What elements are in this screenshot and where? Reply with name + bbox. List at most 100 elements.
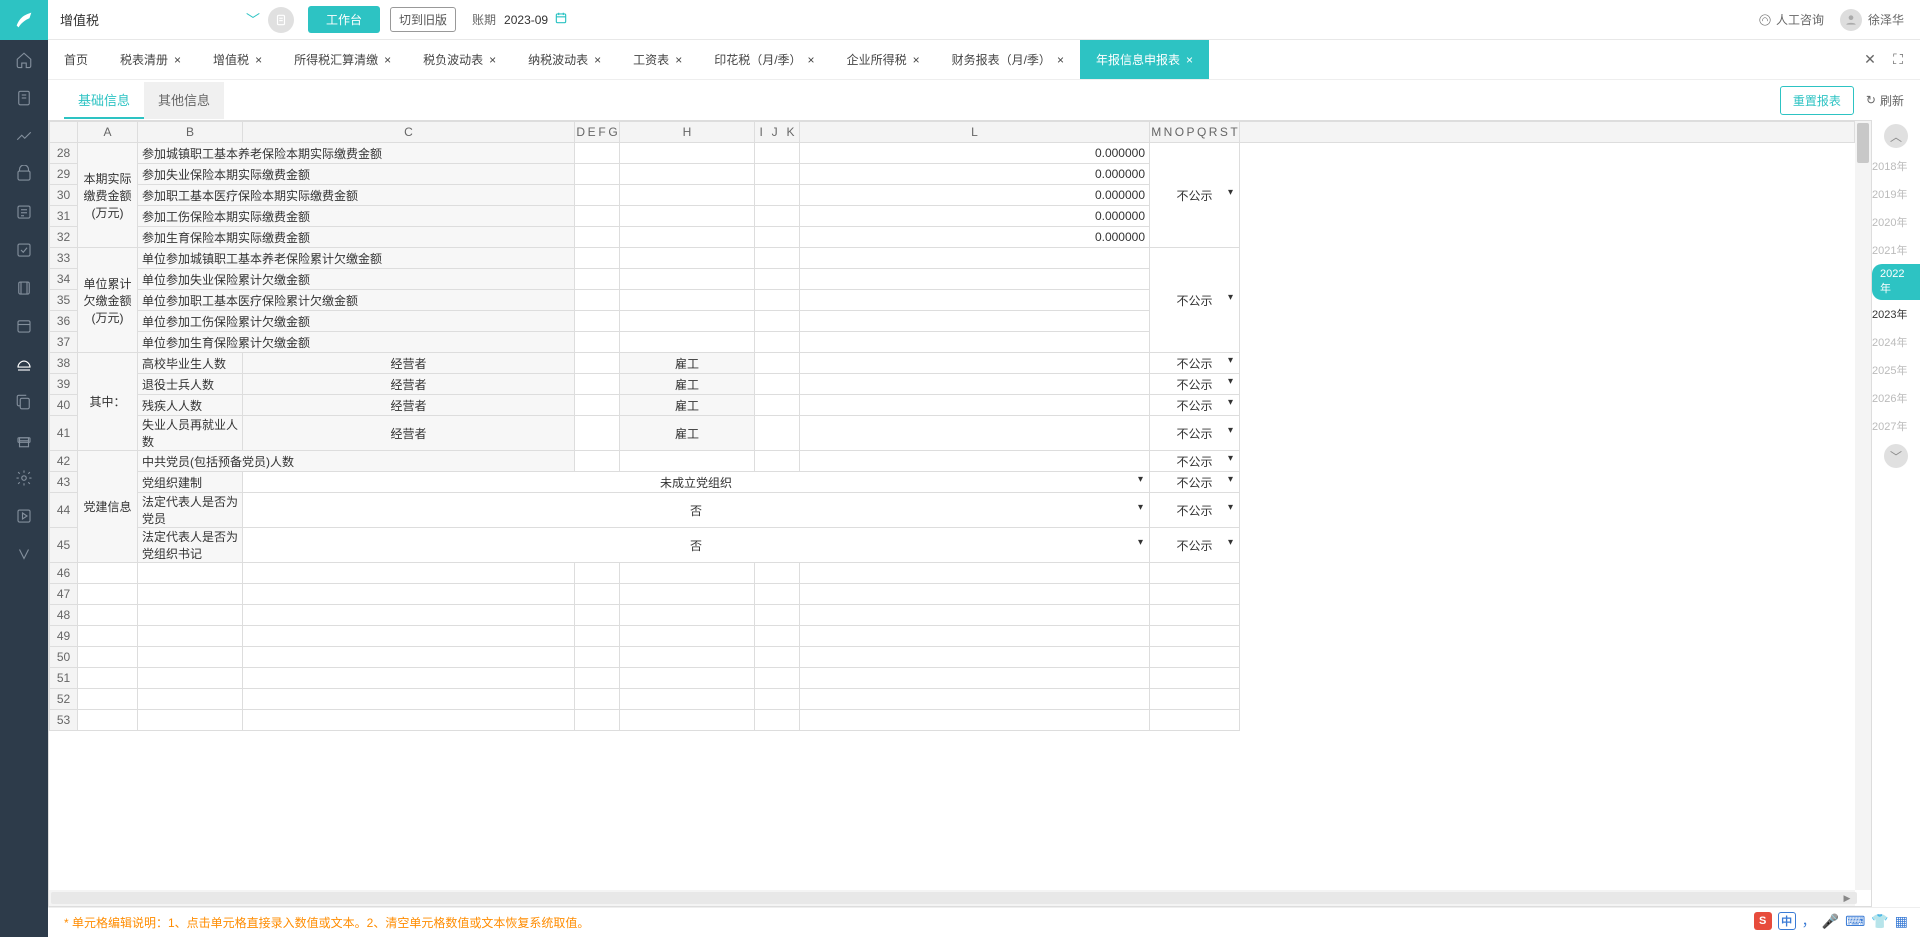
col-MT[interactable]: MNOPQRST bbox=[1150, 122, 1240, 143]
cell[interactable] bbox=[78, 563, 138, 584]
cell[interactable] bbox=[138, 689, 243, 710]
cell[interactable] bbox=[575, 311, 620, 332]
row-header[interactable]: 39 bbox=[50, 374, 78, 395]
cell[interactable] bbox=[800, 395, 1150, 416]
year-2024年[interactable]: 2024年 bbox=[1872, 328, 1920, 356]
cell[interactable] bbox=[1150, 668, 1240, 689]
cell[interactable] bbox=[620, 584, 755, 605]
cell[interactable] bbox=[800, 416, 1150, 451]
cell[interactable] bbox=[755, 185, 800, 206]
data-cell[interactable] bbox=[800, 332, 1150, 353]
row-header[interactable]: 40 bbox=[50, 395, 78, 416]
cell[interactable] bbox=[243, 605, 575, 626]
tab-1[interactable]: 税表清册× bbox=[104, 40, 197, 79]
avatar-icon[interactable] bbox=[1840, 9, 1862, 31]
cell[interactable] bbox=[575, 227, 620, 248]
col-B[interactable]: B bbox=[138, 122, 243, 143]
nav-list-icon[interactable] bbox=[14, 202, 34, 222]
close-icon[interactable]: × bbox=[174, 53, 181, 67]
publish-select[interactable]: 不公示 bbox=[1150, 143, 1240, 248]
tab-10[interactable]: 年报信息申报表× bbox=[1080, 40, 1209, 79]
year-2020年[interactable]: 2020年 bbox=[1872, 208, 1920, 236]
cell[interactable] bbox=[755, 626, 800, 647]
cell[interactable] bbox=[800, 605, 1150, 626]
nav-check-icon[interactable] bbox=[14, 240, 34, 260]
close-icon[interactable]: × bbox=[594, 53, 601, 67]
horizontal-scrollbar[interactable]: ◀ ▶ bbox=[49, 890, 1855, 906]
cell[interactable] bbox=[575, 689, 620, 710]
cell[interactable] bbox=[620, 668, 755, 689]
cell[interactable] bbox=[800, 451, 1150, 472]
row-header[interactable]: 43 bbox=[50, 472, 78, 493]
cell[interactable] bbox=[755, 311, 800, 332]
ime-person-icon[interactable]: 👕 bbox=[1871, 913, 1888, 930]
tabs-close-all-icon[interactable]: ✕ bbox=[1856, 46, 1884, 74]
row-header[interactable]: 41 bbox=[50, 416, 78, 451]
cell[interactable] bbox=[620, 248, 755, 269]
cell[interactable] bbox=[620, 563, 755, 584]
cell[interactable] bbox=[620, 647, 755, 668]
publish-select[interactable]: 不公示 bbox=[1150, 451, 1240, 472]
cell[interactable] bbox=[138, 584, 243, 605]
row-header[interactable]: 53 bbox=[50, 710, 78, 731]
nav-calendar-icon[interactable] bbox=[14, 316, 34, 336]
cell[interactable] bbox=[575, 374, 620, 395]
tab-9[interactable]: 财务报表（月/季）× bbox=[936, 40, 1080, 79]
row-header[interactable]: 34 bbox=[50, 269, 78, 290]
cell[interactable] bbox=[755, 395, 800, 416]
tab-7[interactable]: 印花税（月/季）× bbox=[698, 40, 830, 79]
cell[interactable] bbox=[755, 164, 800, 185]
nav-print-icon[interactable] bbox=[14, 430, 34, 450]
cell[interactable] bbox=[755, 248, 800, 269]
cell[interactable] bbox=[575, 668, 620, 689]
switch-old-button[interactable]: 切到旧版 bbox=[390, 7, 456, 32]
tab-3[interactable]: 所得税汇算清缴× bbox=[278, 40, 407, 79]
row-header[interactable]: 29 bbox=[50, 164, 78, 185]
close-icon[interactable]: × bbox=[675, 53, 682, 67]
row-header[interactable]: 51 bbox=[50, 668, 78, 689]
cell[interactable] bbox=[575, 248, 620, 269]
col-IK[interactable]: IJK bbox=[755, 122, 800, 143]
year-2027年[interactable]: 2027年 bbox=[1872, 412, 1920, 440]
cell[interactable] bbox=[755, 269, 800, 290]
row-header[interactable]: 35 bbox=[50, 290, 78, 311]
mid-select[interactable]: 未成立党组织 bbox=[243, 472, 1150, 493]
tab-4[interactable]: 税负波动表× bbox=[407, 40, 512, 79]
publish-select[interactable]: 不公示 bbox=[1150, 374, 1240, 395]
publish-select[interactable]: 不公示 bbox=[1150, 248, 1240, 353]
doc-icon-button[interactable] bbox=[268, 7, 294, 33]
cell[interactable] bbox=[620, 143, 755, 164]
cell[interactable] bbox=[575, 605, 620, 626]
cell[interactable] bbox=[800, 710, 1150, 731]
cell[interactable] bbox=[620, 185, 755, 206]
nav-chart-icon[interactable] bbox=[14, 126, 34, 146]
cell[interactable] bbox=[138, 710, 243, 731]
row-header[interactable]: 28 bbox=[50, 143, 78, 164]
cell[interactable] bbox=[620, 290, 755, 311]
cell[interactable] bbox=[620, 710, 755, 731]
cell[interactable] bbox=[755, 416, 800, 451]
row-header[interactable]: 38 bbox=[50, 353, 78, 374]
username[interactable]: 徐泽华 bbox=[1868, 11, 1904, 28]
cell[interactable] bbox=[755, 143, 800, 164]
cell[interactable] bbox=[620, 689, 755, 710]
cell[interactable] bbox=[575, 269, 620, 290]
col-H[interactable]: H bbox=[620, 122, 755, 143]
year-2019年[interactable]: 2019年 bbox=[1872, 180, 1920, 208]
nav-tax-icon[interactable] bbox=[14, 278, 34, 298]
cell[interactable] bbox=[800, 647, 1150, 668]
data-cell[interactable]: 0.000000 bbox=[800, 143, 1150, 164]
close-icon[interactable]: × bbox=[255, 53, 262, 67]
cell[interactable] bbox=[1150, 689, 1240, 710]
cell[interactable] bbox=[575, 584, 620, 605]
cell[interactable] bbox=[620, 626, 755, 647]
col-C[interactable]: C bbox=[243, 122, 575, 143]
calendar-icon[interactable] bbox=[554, 11, 568, 28]
ime-grid-icon[interactable]: ▦ bbox=[1895, 913, 1908, 930]
close-icon[interactable]: × bbox=[808, 53, 815, 67]
cell[interactable] bbox=[800, 689, 1150, 710]
cell[interactable] bbox=[575, 185, 620, 206]
row-header[interactable]: 48 bbox=[50, 605, 78, 626]
cell[interactable] bbox=[620, 269, 755, 290]
cell[interactable] bbox=[575, 647, 620, 668]
